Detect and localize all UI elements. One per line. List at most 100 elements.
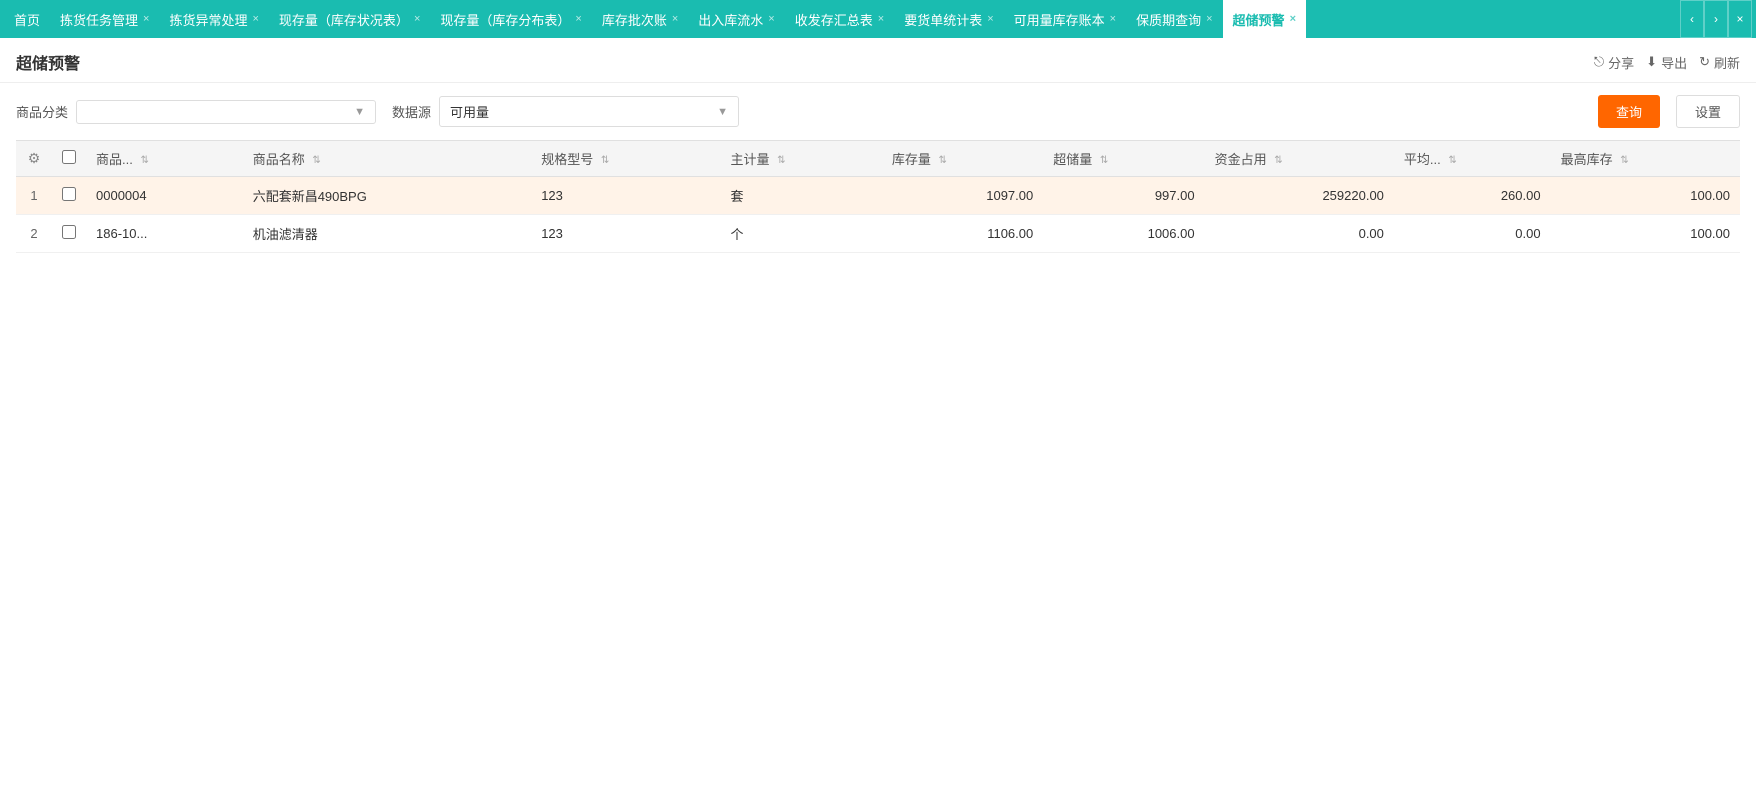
header-actions: ⎋ 分享 ⬇ 导出 ↻ 刷新: [1594, 53, 1740, 72]
nav-pick-task[interactable]: 拣货任务管理 ×: [50, 0, 159, 38]
nav-summary[interactable]: 收发存汇总表 ×: [785, 0, 894, 38]
row-product-code: 0000004: [86, 177, 243, 215]
sort-icon: [140, 155, 148, 166]
th-checkbox: [52, 141, 86, 177]
close-icon[interactable]: ×: [768, 13, 774, 25]
row-capital: 0.00: [1205, 215, 1394, 253]
sort-icon: [777, 155, 785, 166]
close-icon[interactable]: ×: [878, 13, 884, 25]
row-unit: 套: [721, 177, 882, 215]
nav-order-stats[interactable]: 要货单统计表 ×: [894, 0, 1003, 38]
query-button[interactable]: 查询: [1598, 95, 1660, 128]
product-category-select[interactable]: ▼: [76, 100, 376, 124]
close-icon[interactable]: ×: [143, 13, 149, 25]
row-stock: 1097.00: [882, 177, 1043, 215]
th-unit[interactable]: 主计量: [721, 141, 882, 177]
close-icon[interactable]: ×: [672, 13, 678, 25]
row-stock: 1106.00: [882, 215, 1043, 253]
row-checkbox-cell: [52, 177, 86, 215]
sort-icon: [1100, 155, 1108, 166]
th-capital[interactable]: 资金占用: [1205, 141, 1394, 177]
data-source-select[interactable]: 可用量 ▼: [439, 96, 739, 127]
page-header: 超储预警 ⎋ 分享 ⬇ 导出 ↻ 刷新: [0, 38, 1756, 83]
row-product-name: 机油滤清器: [243, 215, 532, 253]
sort-icon: [312, 155, 320, 166]
nav-stock-status[interactable]: 现存量（库存状况表） ×: [269, 0, 430, 38]
row-checkbox-cell: [52, 215, 86, 253]
export-icon: ⬇: [1646, 54, 1657, 70]
top-nav: 首页 拣货任务管理 × 拣货异常处理 × 现存量（库存状况表） × 现存量（库存…: [0, 0, 1756, 38]
refresh-button[interactable]: ↻ 刷新: [1699, 53, 1740, 72]
row-max-stock: 100.00: [1551, 215, 1740, 253]
sort-icon: [601, 155, 609, 166]
nav-batch-account[interactable]: 库存批次账 ×: [592, 0, 688, 38]
row-max-stock: 100.00: [1551, 177, 1740, 215]
share-icon: ⎋: [1594, 54, 1604, 70]
th-settings: ⚙: [16, 141, 52, 177]
sort-icon: [939, 155, 947, 166]
table-container: ⚙ 商品... 商品名称 规格型号: [0, 140, 1756, 253]
row-capital: 259220.00: [1205, 177, 1394, 215]
data-source-value: 可用量: [450, 102, 489, 121]
row-avg: 0.00: [1394, 215, 1551, 253]
nav-available-stock[interactable]: 可用量库存账本 ×: [1004, 0, 1126, 38]
th-overstock[interactable]: 超储量: [1043, 141, 1204, 177]
nav-overstock-warning[interactable]: 超储预警 ×: [1223, 0, 1306, 38]
close-icon[interactable]: ×: [1110, 13, 1116, 25]
close-icon[interactable]: ×: [987, 13, 993, 25]
th-stock[interactable]: 库存量: [882, 141, 1043, 177]
row-number: 1: [16, 177, 52, 215]
th-product-code[interactable]: 商品...: [86, 141, 243, 177]
nav-close-all[interactable]: ×: [1728, 0, 1752, 38]
filter-bar: 商品分类 ▼ 数据源 可用量 ▼ 查询 设置: [0, 83, 1756, 140]
nav-pick-exception[interactable]: 拣货异常处理 ×: [159, 0, 268, 38]
share-button[interactable]: ⎋ 分享: [1594, 53, 1634, 72]
th-spec[interactable]: 规格型号: [531, 141, 720, 177]
row-number: 2: [16, 215, 52, 253]
table-header-row: ⚙ 商品... 商品名称 规格型号: [16, 141, 1740, 177]
th-max-stock[interactable]: 最高库存: [1551, 141, 1740, 177]
table-row: 1 0000004 六配套新昌490BPG 123 套 1097.00 997.…: [16, 177, 1740, 215]
sort-icon: [1274, 155, 1282, 166]
th-avg[interactable]: 平均...: [1394, 141, 1551, 177]
gear-icon[interactable]: ⚙: [28, 150, 41, 166]
table-row: 2 186-10... 机油滤清器 123 个 1106.00 1006.00 …: [16, 215, 1740, 253]
overstock-table: ⚙ 商品... 商品名称 规格型号: [16, 140, 1740, 253]
filter-data-source: 数据源 可用量 ▼: [392, 96, 739, 127]
settings-button[interactable]: 设置: [1676, 95, 1740, 128]
nav-arrow-right[interactable]: ›: [1704, 0, 1728, 38]
row-avg: 260.00: [1394, 177, 1551, 215]
close-icon[interactable]: ×: [1206, 13, 1212, 25]
row-overstock: 997.00: [1043, 177, 1204, 215]
filter-product-category: 商品分类 ▼: [16, 100, 376, 124]
refresh-icon: ↻: [1699, 54, 1710, 70]
close-icon[interactable]: ×: [1290, 13, 1296, 25]
page-content: 超储预警 ⎋ 分享 ⬇ 导出 ↻ 刷新 商品分类 ▼ 数据源: [0, 38, 1756, 800]
close-icon[interactable]: ×: [252, 13, 258, 25]
nav-arrows: ‹ › ×: [1680, 0, 1752, 38]
data-source-label: 数据源: [392, 102, 431, 121]
row-checkbox[interactable]: [62, 187, 76, 201]
close-icon[interactable]: ×: [575, 13, 581, 25]
row-product-name: 六配套新昌490BPG: [243, 177, 532, 215]
nav-arrow-left[interactable]: ‹: [1680, 0, 1704, 38]
th-product-name[interactable]: 商品名称: [243, 141, 532, 177]
close-icon[interactable]: ×: [414, 13, 420, 25]
row-overstock: 1006.00: [1043, 215, 1204, 253]
row-product-code: 186-10...: [86, 215, 243, 253]
select-all-checkbox[interactable]: [62, 150, 76, 164]
page-title: 超储预警: [16, 50, 80, 74]
row-checkbox[interactable]: [62, 225, 76, 239]
sort-icon: [1448, 155, 1456, 166]
chevron-down-icon: ▼: [354, 106, 365, 118]
row-spec: 123: [531, 215, 720, 253]
chevron-down-icon: ▼: [717, 106, 728, 118]
nav-quality-check[interactable]: 保质期查询 ×: [1126, 0, 1222, 38]
row-unit: 个: [721, 215, 882, 253]
nav-stock-dist[interactable]: 现存量（库存分布表） ×: [430, 0, 591, 38]
row-spec: 123: [531, 177, 720, 215]
nav-in-out-flow[interactable]: 出入库流水 ×: [688, 0, 784, 38]
nav-home[interactable]: 首页: [4, 0, 50, 38]
export-button[interactable]: ⬇ 导出: [1646, 53, 1687, 72]
table-body: 1 0000004 六配套新昌490BPG 123 套 1097.00 997.…: [16, 177, 1740, 253]
